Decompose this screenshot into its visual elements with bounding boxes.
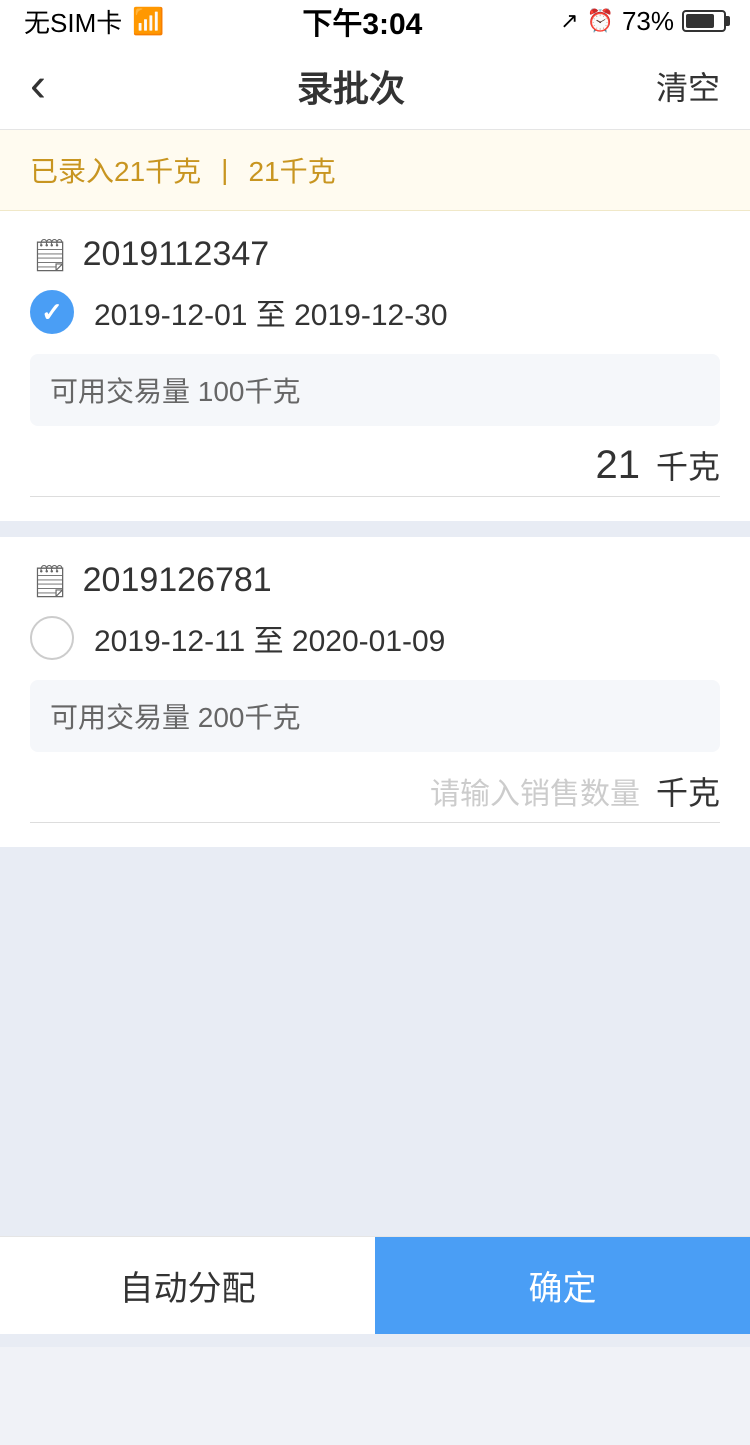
avail-label-1: 可用交易量 100千克 (50, 376, 301, 407)
qty-row-1: 21 千克 (0, 426, 750, 488)
back-button[interactable]: ‹ (30, 58, 46, 113)
batch-header-2: 🗒 2019126781 (30, 561, 720, 600)
qty-line-wrap-1 (0, 496, 750, 497)
batch-date-1: 2019-12-01 至 2019-12-30 (94, 290, 448, 334)
auto-distribute-label: 自动分配 (120, 1261, 256, 1310)
signal-text: 无SIM卡 (24, 3, 122, 40)
clear-button[interactable]: 清空 (656, 63, 720, 109)
status-left: 无SIM卡 📶 (24, 3, 165, 40)
status-right: ↗ ⏰ 73% (560, 6, 726, 37)
avail-box-2: 可用交易量 200千克 (30, 680, 720, 752)
radio-2[interactable] (30, 616, 74, 660)
location-icon: ↗ (560, 8, 578, 34)
batch-date-row-2[interactable]: 2019-12-11 至 2020-01-09 (30, 616, 720, 660)
avail-label-2: 可用交易量 200千克 (50, 702, 301, 733)
battery-icon (682, 10, 726, 32)
section-separator (0, 521, 750, 537)
status-bar: 无SIM卡 📶 下午3:04 ↗ ⏰ 73% (0, 0, 750, 42)
batch-item-1: 🗒 2019112347 2019-12-01 至 2019-12-30 可用交… (0, 211, 750, 521)
batch-date-row-1[interactable]: 2019-12-01 至 2019-12-30 (30, 290, 720, 334)
doc-icon-2: 🗒 (30, 562, 71, 600)
radio-1[interactable] (30, 290, 74, 334)
qty-line-2 (30, 822, 720, 823)
nav-bar: ‹ 录批次 清空 (0, 42, 750, 130)
batch-item-2: 🗒 2019126781 2019-12-11 至 2020-01-09 可用交… (0, 537, 750, 847)
footer: 自动分配 确定 (0, 1236, 750, 1334)
confirm-label: 确定 (529, 1261, 597, 1310)
page-title: 录批次 (297, 60, 405, 112)
doc-icon-1: 🗒 (30, 236, 71, 274)
batch-id-2: 2019126781 (83, 561, 272, 600)
auto-distribute-button[interactable]: 自动分配 (0, 1237, 375, 1334)
qty-line-wrap-2 (0, 822, 750, 823)
qty-placeholder-2: 请输入销售数量 (430, 769, 640, 813)
info-divider: | (221, 154, 228, 186)
qty-unit-2: 千克 (656, 768, 720, 814)
qty-value-1: 21 (595, 443, 640, 488)
batch-date-2: 2019-12-11 至 2020-01-09 (94, 616, 445, 660)
wifi-icon: 📶 (132, 6, 164, 37)
battery-text: 73% (622, 6, 674, 37)
info-banner: 已录入21千克 | 21千克 (0, 130, 750, 211)
batch-id-1: 2019112347 (83, 235, 270, 274)
status-time: 下午3:04 (302, 0, 422, 43)
confirm-button[interactable]: 确定 (375, 1237, 750, 1334)
qty-unit-1: 千克 (656, 442, 720, 488)
alarm-icon: ⏰ (587, 8, 614, 34)
qty-row-2: 请输入销售数量 千克 (0, 752, 750, 814)
qty-line-1 (30, 496, 720, 497)
total-amount: 21千克 (248, 150, 335, 190)
avail-box-1: 可用交易量 100千克 (30, 354, 720, 426)
batch-header-1: 🗒 2019112347 (30, 235, 720, 274)
recorded-amount: 已录入21千克 (30, 150, 201, 190)
